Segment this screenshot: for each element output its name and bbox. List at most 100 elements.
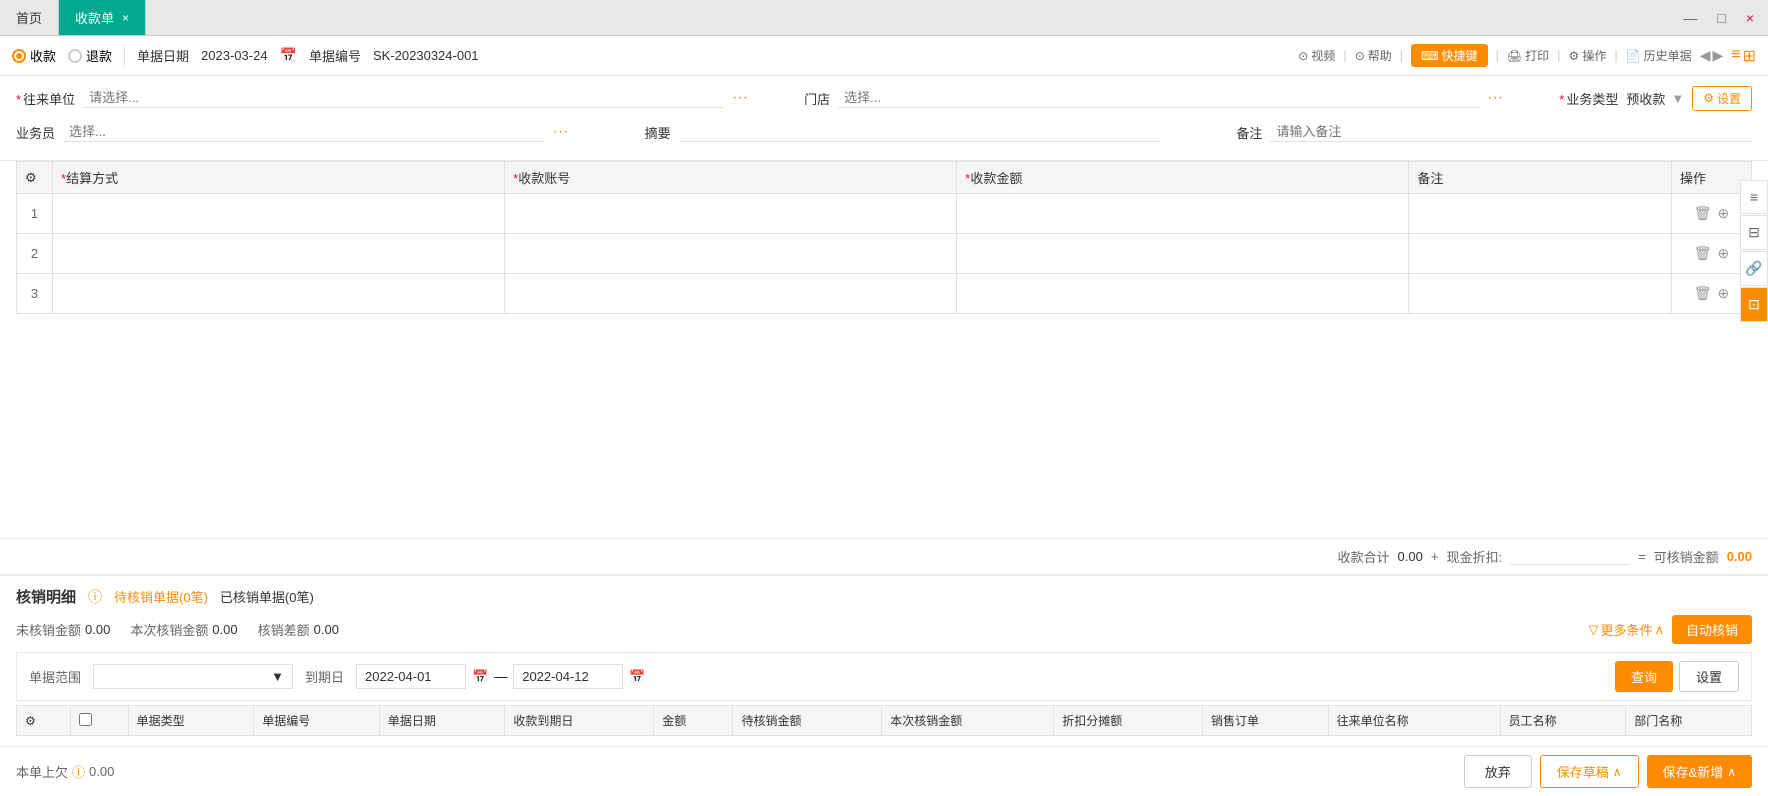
more-conditions-btn[interactable]: ▽ 更多条件 ∧: [1588, 620, 1664, 639]
copy-icon-2[interactable]: ⊕: [1718, 245, 1730, 262]
cell-settlement-3[interactable]: [53, 274, 505, 314]
cell-notes-3[interactable]: [1409, 274, 1672, 314]
tab-close-icon[interactable]: ×: [122, 11, 129, 25]
copy-icon-1[interactable]: ⊕: [1718, 205, 1730, 222]
cell-account-1[interactable]: [505, 194, 957, 234]
delete-icon-1[interactable]: 🗑: [1694, 205, 1712, 222]
select-all-checkbox[interactable]: [79, 713, 92, 726]
video-link[interactable]: ⊙ 视频: [1298, 47, 1335, 64]
prev-arrow[interactable]: ◀: [1700, 47, 1711, 64]
tab-home[interactable]: 首页: [0, 0, 59, 35]
shortcut-btn[interactable]: ⌨ 快捷键: [1411, 44, 1487, 67]
radio-refund[interactable]: 退款: [68, 46, 112, 65]
partner-more-btn[interactable]: ···: [732, 89, 748, 107]
pending-tab-link[interactable]: 待核销单据(0笔): [114, 587, 208, 606]
th-discount: 折扣分摊额: [1054, 706, 1203, 736]
verify-section: 核销明细 ⓘ 待核销单据(0笔) 已核销单据(0笔) 未核销金额 0.00 本次…: [0, 574, 1768, 746]
print-link[interactable]: 🖨 打印: [1507, 47, 1549, 64]
shop-more-btn[interactable]: ···: [1487, 89, 1503, 107]
staff-label: 业务员: [16, 123, 55, 142]
video-icon: ⊙: [1298, 49, 1308, 63]
delete-icon-3[interactable]: 🗑: [1694, 285, 1712, 302]
tab-receipt[interactable]: 收款单 ×: [59, 0, 146, 35]
discount-input[interactable]: [1510, 549, 1630, 565]
minimize-btn[interactable]: —: [1677, 8, 1703, 28]
close-btn[interactable]: ×: [1740, 8, 1760, 28]
partner-input[interactable]: [83, 88, 724, 108]
dropdown-arrow-icon[interactable]: ▼: [1671, 91, 1684, 106]
done-tab-link[interactable]: 已核销单据(0笔): [220, 587, 314, 606]
operation-link[interactable]: ⚙ 操作: [1569, 47, 1607, 64]
th-gear-bottom: ⚙: [17, 706, 71, 736]
main-container: 收款 退款 单据日期 2023-03-24 📅 单据编号 SK-20230324…: [0, 36, 1768, 796]
right-panel-btn-2[interactable]: ⊟: [1740, 215, 1768, 250]
summary-row: 收款合计 0.00 + 现金折扣: = 可核销金额 0.00: [0, 538, 1768, 574]
cell-settlement-1[interactable]: [53, 194, 505, 234]
th-due-date: 收款到期日: [505, 706, 654, 736]
radio-receipt[interactable]: 收款: [12, 46, 56, 65]
filter-select[interactable]: ▼: [93, 664, 293, 689]
cell-amount-2[interactable]: [957, 234, 1409, 274]
info-icon[interactable]: ⓘ: [88, 587, 102, 607]
shop-label: 门店: [804, 89, 830, 108]
right-panel-btn-1[interactable]: ≡: [1740, 180, 1768, 214]
th-amount: 金额: [654, 706, 733, 736]
staff-more-btn[interactable]: ···: [553, 123, 569, 141]
date-from-input[interactable]: [356, 664, 466, 689]
info-icon-footer: ⓘ: [72, 762, 85, 781]
query-btn[interactable]: 查询: [1615, 661, 1673, 692]
list-view-btn[interactable]: ≡: [1731, 46, 1740, 66]
settings-btn-2[interactable]: 设置: [1679, 661, 1739, 692]
keyboard-icon: ⌨: [1421, 49, 1438, 63]
help-link[interactable]: ⊙ 帮助: [1355, 47, 1392, 64]
cal-to-icon[interactable]: 📅: [629, 669, 645, 685]
cell-notes-1[interactable]: [1409, 194, 1672, 234]
radio-group: 收款 退款: [12, 46, 112, 65]
notes-input[interactable]: [1270, 122, 1752, 142]
cell-amount-1[interactable]: [957, 194, 1409, 234]
delete-icon-2[interactable]: 🗑: [1694, 245, 1712, 262]
cell-account-3[interactable]: [505, 274, 957, 314]
next-arrow[interactable]: ▶: [1712, 47, 1723, 64]
total-label: 收款合计: [1338, 547, 1390, 566]
memo-input[interactable]: [679, 122, 1161, 142]
cell-amount-3[interactable]: [957, 274, 1409, 314]
row-num-1: 1: [17, 194, 53, 234]
th-doc-date: 单据日期: [379, 706, 505, 736]
date-label: 单据日期: [137, 46, 189, 65]
number-label: 单据编号: [309, 46, 361, 65]
auto-verify-btn[interactable]: 自动核销: [1672, 615, 1752, 644]
radio-refund-label: 退款: [86, 46, 112, 65]
current-label: 本次核销金额: [130, 620, 208, 639]
gear-icon-bottom[interactable]: ⚙: [25, 714, 36, 728]
shop-input[interactable]: [838, 88, 1479, 108]
cell-notes-2[interactable]: [1409, 234, 1672, 274]
divider-1: [124, 46, 125, 66]
right-panel-btn-4[interactable]: ⊡: [1740, 287, 1768, 322]
history-icon: 📄: [1626, 49, 1641, 63]
cell-account-2[interactable]: [505, 234, 957, 274]
copy-icon-3[interactable]: ⊕: [1718, 285, 1730, 302]
staff-input[interactable]: [63, 122, 545, 142]
save-draft-btn[interactable]: 保存草稿 ∧: [1540, 755, 1639, 788]
bottom-table: ⚙ 单据类型 单据编号 单据日期 收款到期日 金额 待核销金额 本次核销金额 折…: [16, 705, 1752, 736]
gear-icon[interactable]: ⚙: [25, 170, 37, 185]
history-link[interactable]: 📄 历史单据: [1626, 47, 1692, 64]
settings-button[interactable]: ⚙ 设置: [1692, 86, 1752, 111]
discard-btn[interactable]: 放弃: [1464, 755, 1532, 788]
grid-view-btn[interactable]: ⊞: [1743, 46, 1756, 66]
verify-header: 核销明细 ⓘ 待核销单据(0笔) 已核销单据(0笔): [16, 586, 1752, 607]
right-panel-btn-3[interactable]: 🔗: [1740, 251, 1768, 286]
cal-from-icon[interactable]: 📅: [472, 669, 488, 685]
net-value: 0.00: [1727, 549, 1752, 564]
view-toggle: ≡ ⊞: [1731, 46, 1756, 66]
date-to-input[interactable]: [513, 664, 623, 689]
cell-settlement-2[interactable]: [53, 234, 505, 274]
save-new-btn[interactable]: 保存&新增 ∧: [1647, 755, 1752, 788]
partner-label: 往来单位: [16, 89, 75, 108]
maximize-btn[interactable]: □: [1711, 8, 1731, 28]
right-panel: ≡ ⊟ 🔗 ⊡: [1740, 180, 1768, 322]
toolbar: 收款 退款 单据日期 2023-03-24 📅 单据编号 SK-20230324…: [0, 36, 1768, 76]
th-sales-order: 销售订单: [1203, 706, 1329, 736]
calendar-icon[interactable]: 📅: [280, 47, 297, 64]
